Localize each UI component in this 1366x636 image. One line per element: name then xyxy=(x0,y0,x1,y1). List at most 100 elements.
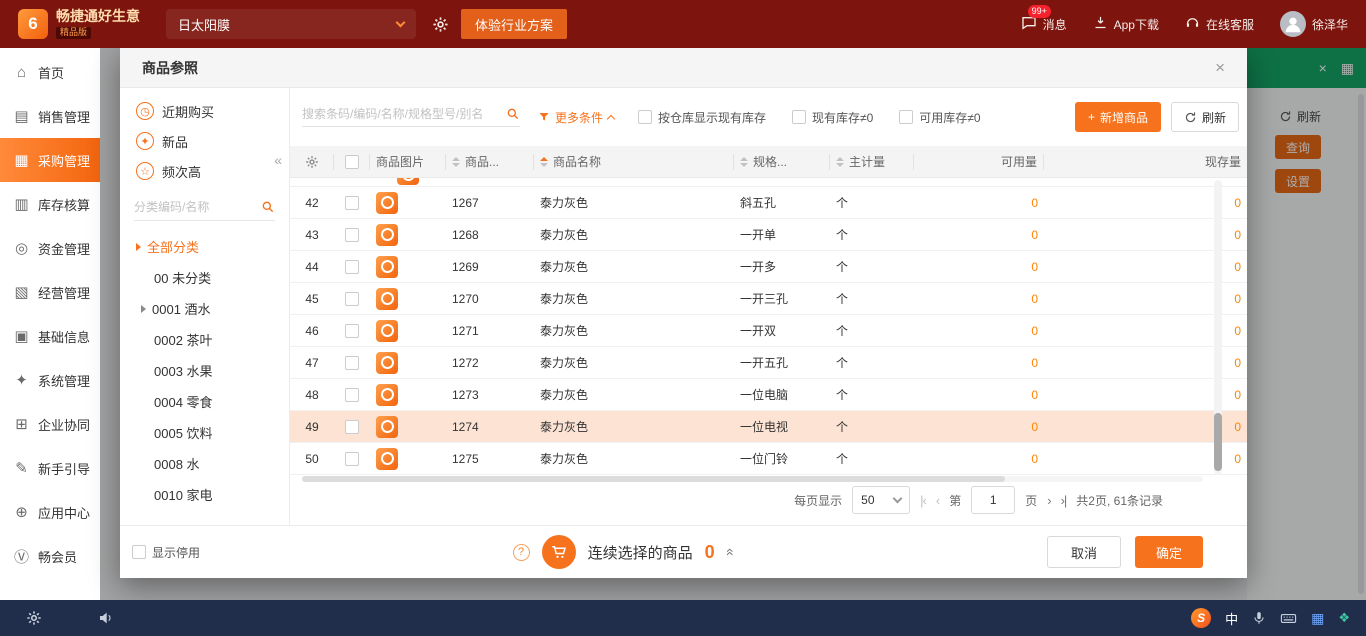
first-page-button[interactable]: |‹ xyxy=(920,493,927,508)
scrollbar-thumb[interactable] xyxy=(302,476,1005,482)
quick-filter-clock[interactable]: ◷ 近期购买 xyxy=(120,96,289,126)
row-checkbox[interactable] xyxy=(345,451,359,466)
refresh-button[interactable]: 刷新 xyxy=(1170,102,1239,132)
sort-icons[interactable] xyxy=(836,156,844,167)
taskbar-gear-icon[interactable] xyxy=(26,610,42,626)
tree-node[interactable]: 0010 家电 xyxy=(120,479,289,510)
online-service-item[interactable]: 在线客服 xyxy=(1185,15,1254,33)
category-search-input[interactable] xyxy=(134,200,255,214)
next-page-button[interactable]: › xyxy=(1047,493,1051,508)
tree-node[interactable]: 0003 水果 xyxy=(120,355,289,386)
filter-checkbox[interactable]: 现有库存≠0 xyxy=(792,109,873,126)
table-row[interactable]: 48 1273 泰力灰色 一位电脑个 0 0 xyxy=(290,379,1247,411)
scrollbar-thumb[interactable] xyxy=(1214,413,1222,471)
row-checkbox[interactable] xyxy=(345,291,359,306)
header-available[interactable]: 可用量 xyxy=(914,153,1044,170)
sidebar-item-inventory[interactable]: ▥ 库存核算 xyxy=(0,182,100,226)
tree-node[interactable]: 0001 酒水 xyxy=(120,293,289,324)
checkbox[interactable] xyxy=(132,545,146,559)
workspace-select[interactable]: 日太阳膜 xyxy=(166,9,416,39)
sidebar-item-app-center[interactable]: ⊕ 应用中心 xyxy=(0,490,100,534)
sidebar-item-collaboration[interactable]: ⊞ 企业协同 xyxy=(0,402,100,446)
tree-node[interactable]: 0008 水 xyxy=(120,448,289,479)
checkbox[interactable] xyxy=(638,110,653,124)
header-stock[interactable]: 现存量 xyxy=(1044,154,1247,170)
ime-language-toggle[interactable]: 中 xyxy=(1225,609,1238,628)
table-row[interactable]: 49 1274 泰力灰色 一位电视个 0 0 xyxy=(290,411,1247,443)
row-checkbox[interactable] xyxy=(345,259,359,274)
microphone-icon[interactable] xyxy=(1252,611,1266,625)
cart-icon[interactable] xyxy=(541,535,576,569)
filter-checkbox[interactable]: 可用库存≠0 xyxy=(899,109,981,126)
table-vertical-scrollbar[interactable] xyxy=(1214,180,1222,475)
table-row[interactable]: 43 1268 泰力灰色 一开单个 0 0 xyxy=(290,219,1247,251)
app-download-item[interactable]: App下载 xyxy=(1093,15,1159,33)
sidebar-item-home[interactable]: ⌂ 首页 xyxy=(0,50,100,94)
sidebar-item-business[interactable]: ▧ 经营管理 xyxy=(0,270,100,314)
modal-close-icon[interactable]: × xyxy=(1215,58,1225,78)
help-icon[interactable]: ? xyxy=(512,543,530,561)
search-icon[interactable] xyxy=(506,107,520,121)
sidebar-item-member[interactable]: Ⓥ 畅会员 xyxy=(0,534,100,578)
quick-filter-star[interactable]: ☆ 频次高 xyxy=(120,156,289,186)
header-code[interactable]: 商品... xyxy=(446,153,534,170)
table-row[interactable]: 46 1271 泰力灰色 一开双个 0 0 xyxy=(290,315,1247,347)
sidebar-item-sales[interactable]: ▤ 销售管理 xyxy=(0,94,100,138)
tree-node[interactable]: 全部分类 xyxy=(120,231,289,262)
per-page-select[interactable]: 50 xyxy=(852,486,911,514)
sort-icons[interactable] xyxy=(452,156,460,167)
last-page-button[interactable]: ›| xyxy=(1061,493,1068,508)
sidebar-item-guide[interactable]: ✎ 新手引导 xyxy=(0,446,100,490)
row-checkbox[interactable] xyxy=(345,419,359,434)
trial-plan-button[interactable]: 体验行业方案 xyxy=(461,9,568,39)
settings-gear-icon[interactable] xyxy=(432,16,449,33)
product-search-input[interactable] xyxy=(302,107,500,121)
quick-filter-new[interactable]: ✦ 新品 xyxy=(120,126,289,156)
table-row[interactable]: 45 1270 泰力灰色 一开三孔个 0 0 xyxy=(290,283,1247,315)
table-row[interactable]: 50 1275 泰力灰色 一位门铃个 0 0 xyxy=(290,443,1247,475)
tree-node[interactable]: 0004 零食 xyxy=(120,386,289,417)
prev-page-button[interactable]: ‹ xyxy=(936,493,940,508)
messages-item[interactable]: 99+ 消息 xyxy=(1021,4,1067,34)
header-unit[interactable]: 主计量 xyxy=(830,153,914,170)
row-checkbox[interactable] xyxy=(345,195,359,210)
select-all-checkbox[interactable] xyxy=(344,154,359,169)
tree-node[interactable]: 0002 茶叶 xyxy=(120,324,289,355)
filter-checkbox[interactable]: 按仓库显示现有库存 xyxy=(638,109,766,126)
image-grid-icon[interactable]: ▦ xyxy=(1311,610,1324,627)
sidebar-item-base-info[interactable]: ▣ 基础信息 xyxy=(0,314,100,358)
row-checkbox[interactable] xyxy=(345,323,359,338)
confirm-button[interactable]: 确定 xyxy=(1135,536,1203,568)
sort-icons[interactable] xyxy=(740,156,748,167)
collapse-panel-icon[interactable]: « xyxy=(274,152,282,168)
keyboard-icon[interactable] xyxy=(1280,610,1297,627)
column-settings-cell[interactable] xyxy=(290,153,334,170)
table-row[interactable]: 47 1272 泰力灰色 一开五孔个 0 0 xyxy=(290,347,1247,379)
checkbox[interactable] xyxy=(899,110,914,124)
sidebar-item-purchase[interactable]: ▦ 采购管理 xyxy=(0,138,100,182)
header-spec[interactable]: 规格... xyxy=(734,153,830,170)
cancel-button[interactable]: 取消 xyxy=(1047,536,1121,568)
tree-node[interactable]: 00 未分类 xyxy=(120,262,289,293)
tree-node[interactable]: 0005 饮料 xyxy=(120,417,289,448)
row-checkbox[interactable] xyxy=(345,387,359,402)
sort-icons[interactable] xyxy=(540,156,548,167)
page-number-input[interactable] xyxy=(971,486,1016,514)
checkbox[interactable] xyxy=(792,110,807,124)
row-checkbox[interactable] xyxy=(345,355,359,370)
header-name[interactable]: 商品名称 xyxy=(534,153,734,170)
ime-logo[interactable]: S xyxy=(1191,608,1212,628)
sidebar-item-system[interactable]: ✦ 系统管理 xyxy=(0,358,100,402)
speaker-icon[interactable] xyxy=(98,610,114,626)
show-disabled-checkbox[interactable]: 显示停用 xyxy=(132,544,200,561)
sidebar-item-funds[interactable]: ◎ 资金管理 xyxy=(0,226,100,270)
table-horizontal-scrollbar[interactable] xyxy=(302,476,1203,482)
toolbox-icon[interactable]: ❖ xyxy=(1338,610,1350,626)
search-icon[interactable] xyxy=(261,200,275,214)
add-product-button[interactable]: + 新增商品 xyxy=(1074,102,1161,132)
table-row[interactable]: 42 1267 泰力灰色 斜五孔个 0 0 xyxy=(290,187,1247,219)
user-item[interactable]: 徐泽华 xyxy=(1279,11,1348,37)
row-checkbox[interactable] xyxy=(345,227,359,242)
fold-up-icon[interactable]: « xyxy=(723,548,739,556)
table-row[interactable]: 44 1269 泰力灰色 一开多个 0 0 xyxy=(290,251,1247,283)
